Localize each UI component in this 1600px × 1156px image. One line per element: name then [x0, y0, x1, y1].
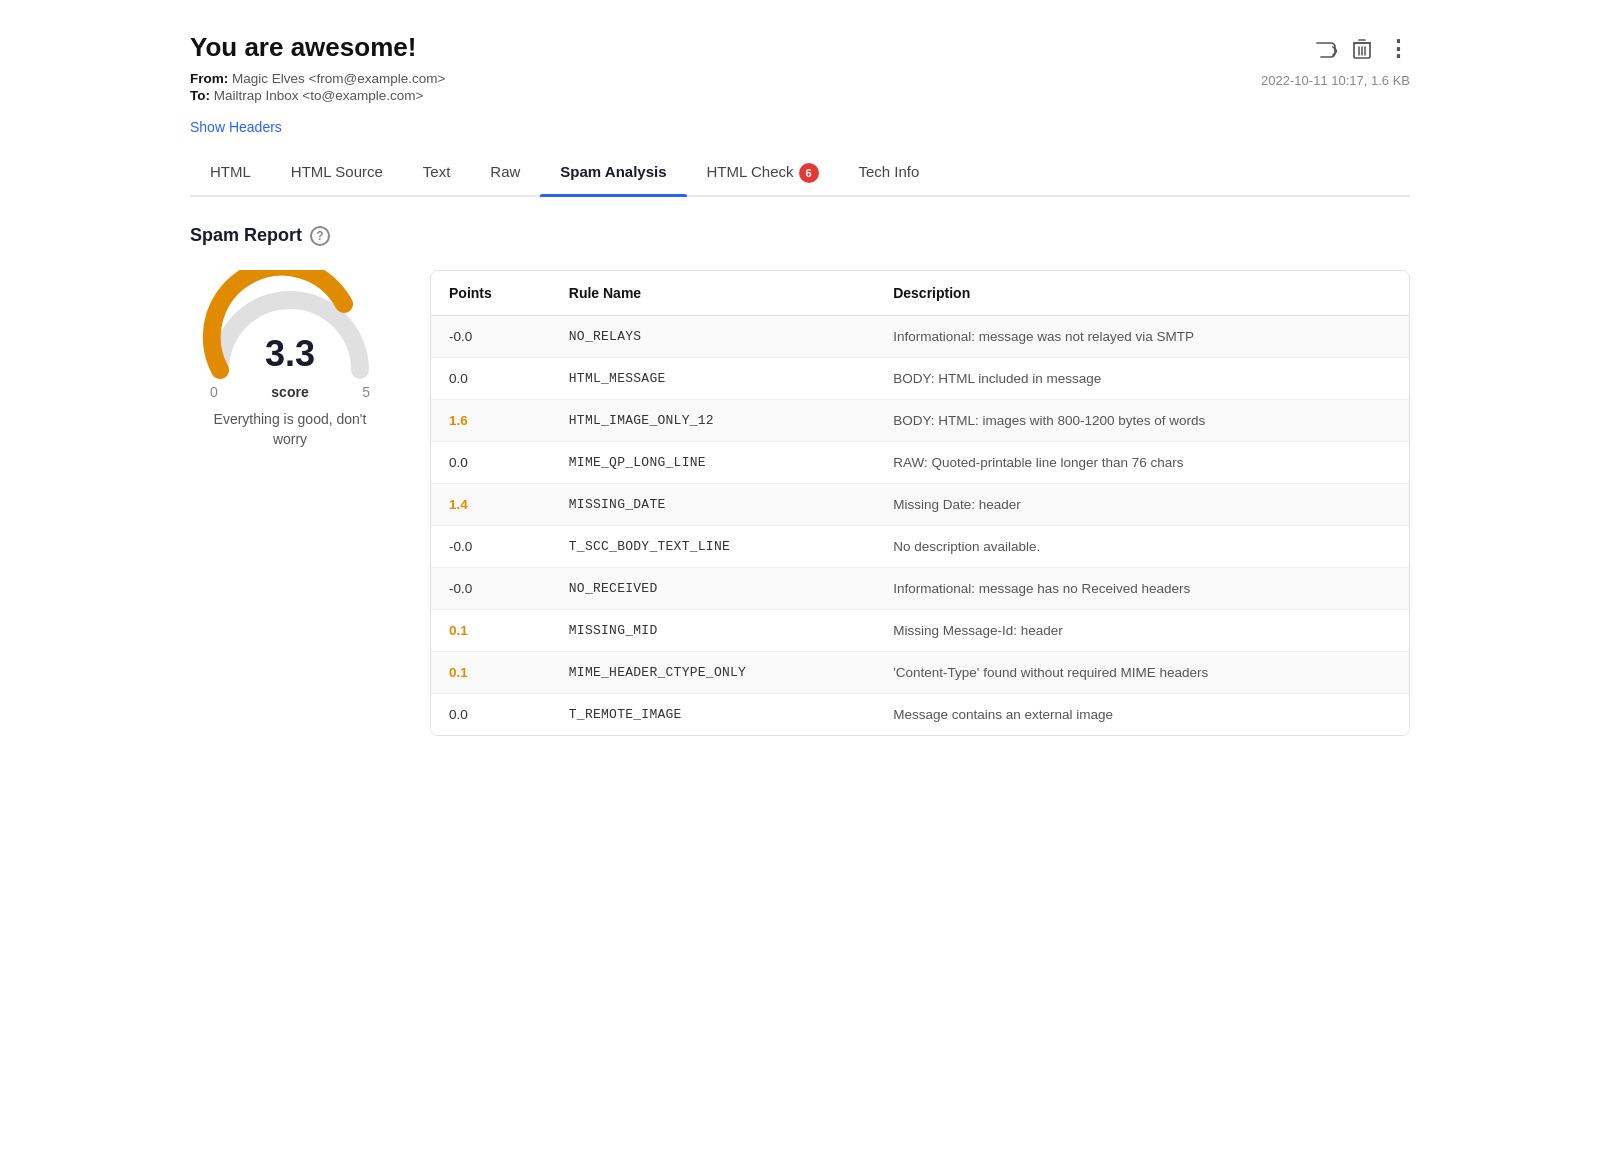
col-points: Points [431, 271, 551, 316]
cell-points: -0.0 [431, 526, 551, 568]
cell-rule: MISSING_DATE [551, 484, 875, 526]
header-actions: ⋮ [1315, 32, 1410, 62]
trash-icon[interactable] [1353, 38, 1371, 60]
table-row: -0.0NO_RELAYSInformational: message was … [431, 316, 1409, 358]
cell-description: 'Content-Type' found without required MI… [875, 652, 1409, 694]
gauge-svg: 3.3 [200, 270, 380, 380]
cell-rule: T_REMOTE_IMAGE [551, 694, 875, 736]
tab-spam-analysis[interactable]: Spam Analysis [540, 153, 686, 195]
gauge-min: 0 [210, 384, 218, 400]
table-row: 0.1MISSING_MIDMissing Message-Id: header [431, 610, 1409, 652]
tab-raw[interactable]: Raw [470, 153, 540, 195]
gauge-max: 5 [362, 384, 370, 400]
cell-description: Missing Date: header [875, 484, 1409, 526]
col-description: Description [875, 271, 1409, 316]
gauge-center-label: score [271, 384, 308, 400]
cell-points: 1.4 [431, 484, 551, 526]
col-rule: Rule Name [551, 271, 875, 316]
page-container: You are awesome! ⋮ [150, 0, 1450, 768]
table-row: -0.0NO_RECEIVEDInformational: message ha… [431, 568, 1409, 610]
table-header-row: Points Rule Name Description [431, 271, 1409, 316]
table-row: 0.1MIME_HEADER_CTYPE_ONLY'Content-Type' … [431, 652, 1409, 694]
help-icon[interactable]: ? [310, 226, 330, 246]
table-row: 0.0MIME_QP_LONG_LINERAW: Quoted-printabl… [431, 442, 1409, 484]
table-row: 0.0T_REMOTE_IMAGEMessage contains an ext… [431, 694, 1409, 736]
from-line: From: Magic Elves <from@example.com> [190, 71, 445, 86]
tab-html[interactable]: HTML [190, 153, 271, 195]
from-value: Magic Elves <from@example.com> [232, 71, 445, 86]
cell-points: -0.0 [431, 568, 551, 610]
cell-description: RAW: Quoted-printable line longer than 7… [875, 442, 1409, 484]
cell-rule: MISSING_MID [551, 610, 875, 652]
table-row: 1.4MISSING_DATEMissing Date: header [431, 484, 1409, 526]
tab-bar: HTML HTML Source Text Raw Spam Analysis … [190, 153, 1410, 197]
show-headers-link[interactable]: Show Headers [190, 119, 282, 135]
forward-icon[interactable] [1315, 39, 1337, 59]
section-title: Spam Report ? [190, 225, 1410, 246]
tab-html-source[interactable]: HTML Source [271, 153, 403, 195]
table-row: 1.6HTML_IMAGE_ONLY_12BODY: HTML: images … [431, 400, 1409, 442]
email-title: You are awesome! [190, 32, 416, 63]
cell-description: BODY: HTML included in message [875, 358, 1409, 400]
cell-rule: MIME_QP_LONG_LINE [551, 442, 875, 484]
email-header: You are awesome! ⋮ [190, 32, 1410, 63]
cell-description: Informational: message has no Received h… [875, 568, 1409, 610]
tab-tech-info[interactable]: Tech Info [839, 153, 940, 195]
more-icon[interactable]: ⋮ [1387, 36, 1410, 62]
content-area: 3.3 0 score 5 Everything is good, don't … [190, 270, 1410, 736]
cell-points: 0.0 [431, 358, 551, 400]
cell-points: 0.1 [431, 610, 551, 652]
cell-rule: HTML_IMAGE_ONLY_12 [551, 400, 875, 442]
table-row: -0.0T_SCC_BODY_TEXT_LINENo description a… [431, 526, 1409, 568]
spam-table-wrap: Points Rule Name Description -0.0NO_RELA… [430, 270, 1410, 736]
meta-left: From: Magic Elves <from@example.com> To:… [190, 71, 445, 105]
gauge-container: 3.3 0 score 5 Everything is good, don't … [190, 270, 390, 449]
from-label: From: [190, 71, 228, 86]
meta-timestamp: 2022-10-11 10:17, 1.6 KB [1261, 71, 1410, 88]
html-check-badge: 6 [799, 163, 819, 183]
to-label: To: [190, 88, 210, 103]
cell-rule: NO_RECEIVED [551, 568, 875, 610]
cell-description: Message contains an external image [875, 694, 1409, 736]
tab-text[interactable]: Text [403, 153, 471, 195]
cell-description: Missing Message-Id: header [875, 610, 1409, 652]
cell-points: -0.0 [431, 316, 551, 358]
to-line: To: Mailtrap Inbox <to@example.com> [190, 88, 445, 103]
cell-points: 0.1 [431, 652, 551, 694]
cell-rule: MIME_HEADER_CTYPE_ONLY [551, 652, 875, 694]
email-meta: From: Magic Elves <from@example.com> To:… [190, 71, 1410, 105]
cell-rule: NO_RELAYS [551, 316, 875, 358]
cell-points: 1.6 [431, 400, 551, 442]
tab-html-check[interactable]: HTML Check 6 [687, 153, 839, 195]
cell-points: 0.0 [431, 694, 551, 736]
tab-html-check-label: HTML Check [707, 163, 794, 180]
cell-points: 0.0 [431, 442, 551, 484]
cell-description: No description available. [875, 526, 1409, 568]
gauge-score: 3.3 [200, 336, 380, 372]
cell-rule: HTML_MESSAGE [551, 358, 875, 400]
spam-table: Points Rule Name Description -0.0NO_RELA… [431, 271, 1409, 735]
cell-rule: T_SCC_BODY_TEXT_LINE [551, 526, 875, 568]
gauge-labels: 0 score 5 [210, 384, 370, 400]
cell-description: Informational: message was not relayed v… [875, 316, 1409, 358]
to-value: Mailtrap Inbox <to@example.com> [214, 88, 424, 103]
gauge-message: Everything is good, don't worry [205, 410, 375, 449]
cell-description: BODY: HTML: images with 800-1200 bytes o… [875, 400, 1409, 442]
table-row: 0.0HTML_MESSAGEBODY: HTML included in me… [431, 358, 1409, 400]
section-title-text: Spam Report [190, 225, 302, 246]
